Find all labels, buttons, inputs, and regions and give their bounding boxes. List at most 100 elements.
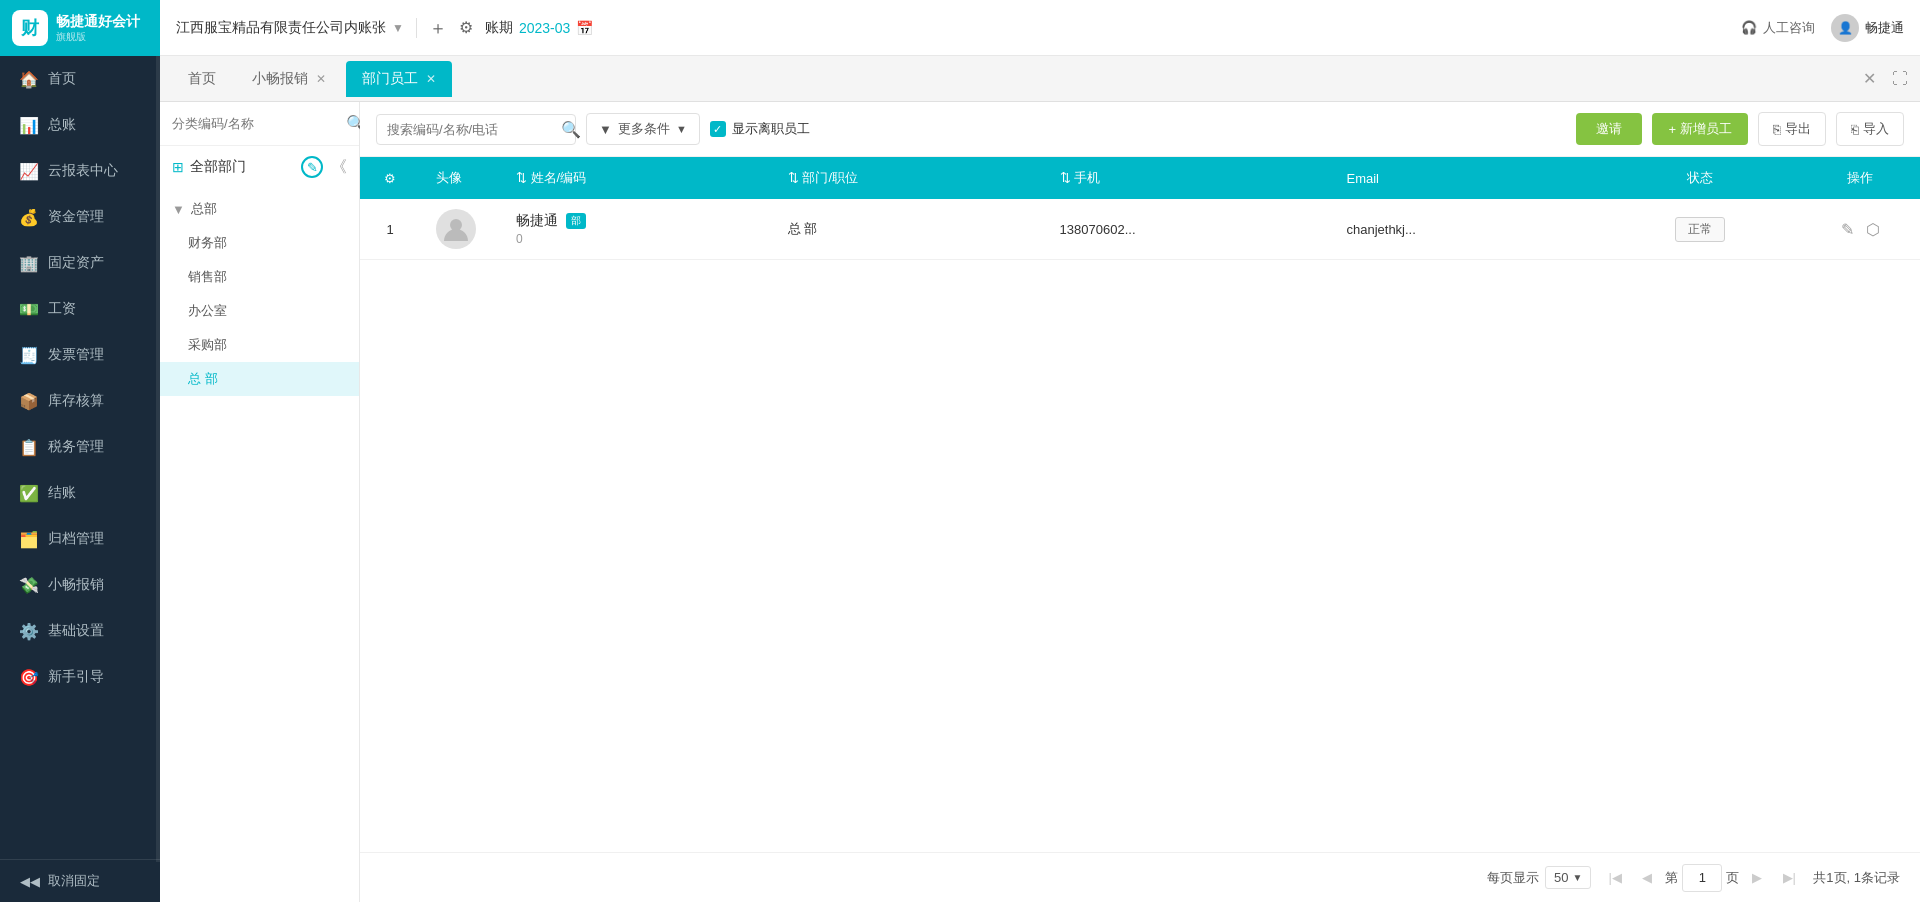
col-email: Email xyxy=(1330,157,1600,199)
tab-employees-close[interactable]: ✕ xyxy=(426,72,436,86)
pin-button[interactable]: ◀◀ 取消固定 xyxy=(0,859,160,902)
col-dept[interactable]: ⇅ 部门/职位 xyxy=(772,157,1044,199)
col-name[interactable]: ⇅ 姓名/编码 xyxy=(500,157,772,199)
add-dept-icon[interactable]: ✎ xyxy=(301,156,323,178)
pin-icon: ◀◀ xyxy=(20,874,40,889)
dept-finance-label: 财务部 xyxy=(188,235,227,250)
table-settings-icon[interactable]: ⚙ xyxy=(384,171,396,186)
sidebar-item-funds-label: 资金管理 xyxy=(48,208,104,226)
dept-group-hq: ▼ 总部 财务部 销售部 办公室 采购部 xyxy=(160,192,359,396)
add-employee-button[interactable]: + 新增员工 xyxy=(1652,113,1748,145)
sidebar-item-salary[interactable]: 💵 工资 xyxy=(0,286,160,332)
first-page-button[interactable]: |◀ xyxy=(1601,864,1629,892)
service-label: 人工咨询 xyxy=(1763,19,1815,37)
sidebar-item-assets-label: 固定资产 xyxy=(48,254,104,272)
filter-button[interactable]: ▼ 更多条件 ▼ xyxy=(586,113,700,145)
dept-finance[interactable]: 财务部 xyxy=(160,226,359,260)
tab-expense[interactable]: 小畅报销 ✕ xyxy=(236,61,342,97)
sidebar-item-reports-label: 云报表中心 xyxy=(48,162,118,180)
dept-general-label: 总 部 xyxy=(188,371,218,386)
show-resigned-label: 显示离职员工 xyxy=(732,120,810,138)
user-menu[interactable]: 👤 畅捷通 xyxy=(1831,14,1904,42)
dept-general[interactable]: 总 部 xyxy=(160,362,359,396)
sidebar-item-funds[interactable]: 💰 资金管理 xyxy=(0,194,160,240)
logo-icon: 财 xyxy=(12,10,48,46)
calendar-icon[interactable]: 📅 xyxy=(576,20,593,36)
sidebar-item-expense[interactable]: 💸 小畅报销 xyxy=(0,562,160,608)
dept-search-input[interactable] xyxy=(172,116,340,131)
dept-purchase[interactable]: 采购部 xyxy=(160,328,359,362)
sidebar-logo: 财 畅捷通好会计 旗舰版 xyxy=(0,0,160,56)
company-selector[interactable]: 江西服宝精品有限责任公司内账张 ▼ xyxy=(176,19,404,37)
service-button[interactable]: 🎧 人工咨询 xyxy=(1741,19,1815,37)
page-size-label: 每页显示 xyxy=(1487,869,1539,887)
dept-sales[interactable]: 销售部 xyxy=(160,260,359,294)
col-actions: 操作 xyxy=(1800,157,1920,199)
page-navigation: |◀ ◀ 第 页 ▶ ▶| xyxy=(1601,864,1803,892)
content-area: 🔍 ⊞ 全部部门 ✎ 《 ▼ 总部 xyxy=(160,102,1920,902)
tab-home[interactable]: 首页 xyxy=(172,61,232,97)
sidebar-item-assets[interactable]: 🏢 固定资产 xyxy=(0,240,160,286)
sidebar-item-ledger[interactable]: 📊 总账 xyxy=(0,102,160,148)
page-size-dropdown[interactable]: 50 ▼ xyxy=(1545,866,1591,889)
logo-sub: 旗舰版 xyxy=(56,30,140,44)
collapse-icon[interactable]: 《 xyxy=(331,157,347,178)
sidebar-item-expense-label: 小畅报销 xyxy=(48,576,104,594)
col-phone[interactable]: ⇅ 手机 xyxy=(1044,157,1331,199)
sidebar-item-home-label: 首页 xyxy=(48,70,76,88)
add-company-button[interactable]: ＋ xyxy=(429,16,447,40)
dept-hq-label: 总部 xyxy=(191,200,217,218)
sidebar-item-guide[interactable]: 🎯 新手引导 xyxy=(0,654,160,700)
all-depts-label: 全部部门 xyxy=(190,158,246,176)
import-icon: ⎗ xyxy=(1851,122,1859,137)
tab-expense-close[interactable]: ✕ xyxy=(316,72,326,86)
sidebar-item-tax[interactable]: 📋 税务管理 xyxy=(0,424,160,470)
avatar: 👤 xyxy=(1831,14,1859,42)
inventory-icon: 📦 xyxy=(20,392,38,410)
row-status-cell: 正常 xyxy=(1600,199,1800,260)
tab-expense-label: 小畅报销 xyxy=(252,70,308,88)
sidebar-item-archive[interactable]: 🗂️ 归档管理 xyxy=(0,516,160,562)
dept-office[interactable]: 办公室 xyxy=(160,294,359,328)
exit-icon[interactable]: ⬡ xyxy=(1866,220,1880,239)
show-resigned-toggle[interactable]: ✓ 显示离职员工 xyxy=(710,120,810,138)
row-actions-cell: ✎ ⬡ xyxy=(1800,199,1920,260)
sidebar-item-invoice[interactable]: 🧾 发票管理 xyxy=(0,332,160,378)
settings-icon: ⚙️ xyxy=(20,622,38,640)
close-all-icon[interactable]: ✕ xyxy=(1863,69,1876,88)
last-page-button[interactable]: ▶| xyxy=(1775,864,1803,892)
employee-table: ⚙ 头像 ⇅ 姓名/编码 ⇅ 部门/职位 xyxy=(360,157,1920,260)
import-button[interactable]: ⎗ 导入 xyxy=(1836,112,1904,146)
employee-search-icon[interactable]: 🔍 xyxy=(561,120,581,139)
sidebar-item-settings[interactable]: ⚙️ 基础设置 xyxy=(0,608,160,654)
expand-icon[interactable]: ⛶ xyxy=(1892,70,1908,88)
invite-button[interactable]: 邀请 xyxy=(1576,113,1642,145)
prev-page-button[interactable]: ◀ xyxy=(1633,864,1661,892)
employee-search-input[interactable] xyxy=(387,122,555,137)
export-button[interactable]: ⎘ 导出 xyxy=(1758,112,1826,146)
tab-home-label: 首页 xyxy=(188,70,216,88)
settings-gear-button[interactable]: ⚙ xyxy=(459,18,473,37)
export-icon: ⎘ xyxy=(1773,122,1781,137)
sidebar-menu: 🏠 首页 📊 总账 📈 云报表中心 💰 资金管理 🏢 固定资产 💵 工资 🧾 发… xyxy=(0,56,160,859)
period-value: 2023-03 xyxy=(519,20,570,36)
sidebar-item-inventory[interactable]: 📦 库存核算 xyxy=(0,378,160,424)
dept-purchase-label: 采购部 xyxy=(188,337,227,352)
pagination-bar: 每页显示 50 ▼ |◀ ◀ 第 页 ▶ ▶| 共1页, 1条记录 xyxy=(360,852,1920,902)
sidebar-item-reports[interactable]: 📈 云报表中心 xyxy=(0,148,160,194)
tab-employees[interactable]: 部门员工 ✕ xyxy=(346,61,452,97)
sidebar-item-home[interactable]: 🏠 首页 xyxy=(0,56,160,102)
dept-sales-label: 销售部 xyxy=(188,269,227,284)
sidebar-item-close-label: 结账 xyxy=(48,484,76,502)
edit-icon[interactable]: ✎ xyxy=(1841,220,1854,239)
sidebar-scrollbar[interactable] xyxy=(156,56,160,862)
next-page-button[interactable]: ▶ xyxy=(1743,864,1771,892)
username: 畅捷通 xyxy=(1865,19,1904,37)
employee-phone: 138070602... xyxy=(1060,222,1136,237)
resigned-checkbox[interactable]: ✓ xyxy=(710,121,726,137)
sidebar-item-tax-label: 税务管理 xyxy=(48,438,104,456)
page-number-input[interactable] xyxy=(1682,864,1722,892)
sidebar-item-close[interactable]: ✅ 结账 xyxy=(0,470,160,516)
dept-hq[interactable]: ▼ 总部 xyxy=(160,192,359,226)
col-settings[interactable]: ⚙ xyxy=(360,157,420,199)
